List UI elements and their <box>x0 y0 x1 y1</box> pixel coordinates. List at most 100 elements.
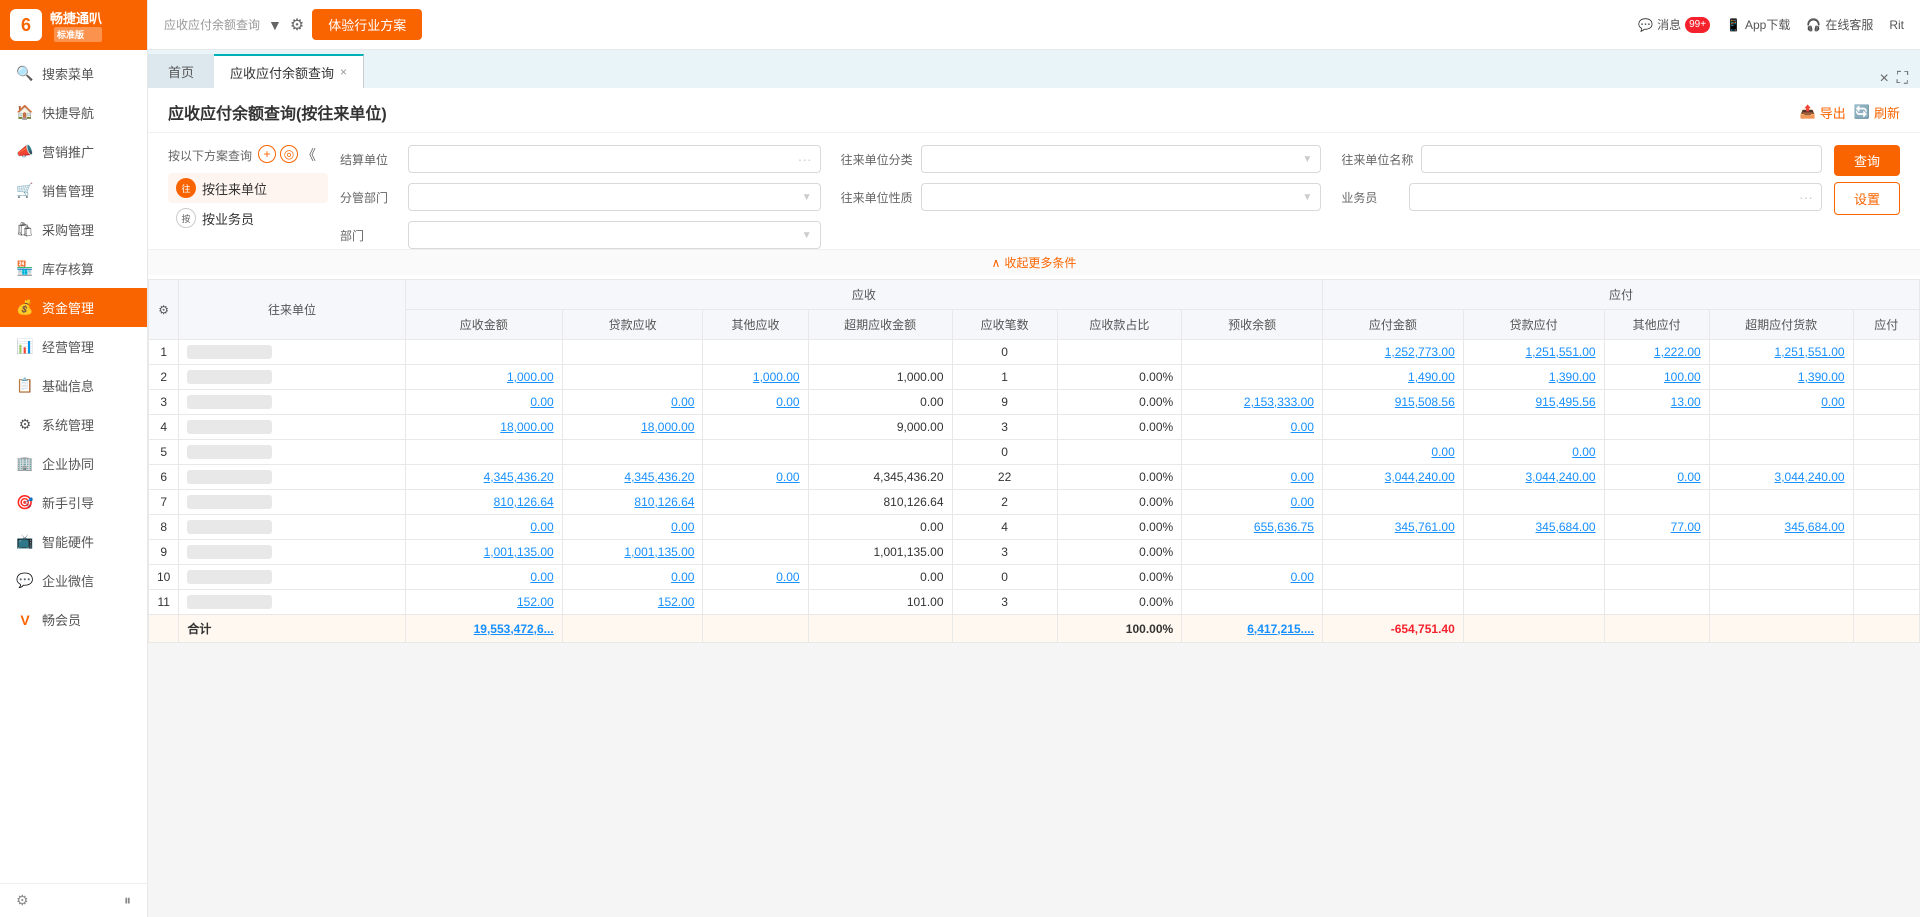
table-cell[interactable]: 655,636.75 <box>1182 515 1323 540</box>
table-cell[interactable]: 0.00 <box>1604 465 1709 490</box>
tab-close-btn[interactable]: × <box>340 65 347 79</box>
table-cell[interactable]: 4,345,436.20 <box>562 465 703 490</box>
collapse-bar[interactable]: ∧ 收起更多条件 <box>148 249 1920 275</box>
sidebar-item-wechat[interactable]: 💬 企业微信 <box>0 561 147 600</box>
sidebar-item-quicknav[interactable]: 🏠 快捷导航 <box>0 93 147 132</box>
sidebar-item-marketing[interactable]: 📣 营销推广 <box>0 132 147 171</box>
sidebar-item-finance[interactable]: 💰 资金管理 <box>0 288 147 327</box>
table-cell[interactable]: 0.00 <box>1182 490 1323 515</box>
table-cell[interactable]: 1,251,551.00 <box>1463 340 1604 365</box>
table-cell[interactable]: 1,490.00 <box>1322 365 1463 390</box>
header-dropdown-btn[interactable]: ▼ <box>268 17 282 33</box>
table-cell[interactable]: 915,508.56 <box>1322 390 1463 415</box>
table-cell[interactable]: 0.00 <box>405 390 562 415</box>
table-cell[interactable]: 77.00 <box>1604 515 1709 540</box>
filter-settings-btn[interactable]: ◎ <box>280 145 298 163</box>
partner-nature-input[interactable]: ▼ <box>921 183 1322 211</box>
table-cell[interactable]: 100.00 <box>1604 365 1709 390</box>
sidebar-item-system[interactable]: ⚙ 系统管理 <box>0 405 147 444</box>
sidebar-item-purchase[interactable]: 🛍 采购管理 <box>0 210 147 249</box>
table-cell[interactable]: 0.00 <box>562 390 703 415</box>
table-cell[interactable]: 0.00 <box>405 565 562 590</box>
table-cell[interactable]: 1,000.00 <box>703 365 808 390</box>
window-expand-btn[interactable]: ⛶ <box>1897 70 1908 88</box>
table-cell[interactable]: 1,001,135.00 <box>405 540 562 565</box>
table-cell[interactable]: 13.00 <box>1604 390 1709 415</box>
filter-add-btn[interactable]: + <box>258 145 276 163</box>
table-cell[interactable]: 0.00 <box>703 565 808 590</box>
table-cell[interactable]: 0.00 <box>1182 415 1323 440</box>
table-cell[interactable]: 3,044,240.00 <box>1709 465 1853 490</box>
sub-dept-input[interactable]: ▼ <box>408 221 821 249</box>
table-cell[interactable]: 0.00 <box>703 390 808 415</box>
partner-cell: ██████████ <box>179 540 405 565</box>
sidebar-item-newbie[interactable]: 🎯 新手引导 <box>0 483 147 522</box>
table-cell[interactable]: 810,126.64 <box>562 490 703 515</box>
table-cell[interactable]: 345,761.00 <box>1322 515 1463 540</box>
header-message[interactable]: 💬 消息 99+ <box>1638 16 1710 33</box>
setting-btn[interactable]: 设置 <box>1834 182 1900 215</box>
partner-category-input[interactable]: ▼ <box>921 145 1322 173</box>
table-cell[interactable]: 915,495.56 <box>1463 390 1604 415</box>
summary-recv-amount[interactable]: 19,553,472,6... <box>405 615 562 643</box>
export-btn[interactable]: 📤 导出 <box>1800 103 1846 122</box>
sidebar-item-member[interactable]: V 畅会员 <box>0 600 147 639</box>
filter-option-partner[interactable]: 往 按往来单位 <box>168 173 328 203</box>
table-cell[interactable]: 0.00 <box>1182 465 1323 490</box>
sidebar-item-search[interactable]: 🔍 搜索菜单 <box>0 54 147 93</box>
table-cell[interactable]: 0.00 <box>1322 440 1463 465</box>
window-close-btn[interactable]: × <box>1879 70 1888 88</box>
header-gear-icon[interactable]: ⚙ <box>290 15 304 35</box>
table-cell[interactable]: 1,000.00 <box>405 365 562 390</box>
table-cell[interactable]: 18,000.00 <box>405 415 562 440</box>
table-cell[interactable]: 0.00 <box>1709 390 1853 415</box>
partner-name-input[interactable] <box>1421 145 1822 173</box>
table-cell[interactable]: 1,390.00 <box>1463 365 1604 390</box>
table-cell[interactable]: 4,345,436.20 <box>405 465 562 490</box>
table-cell[interactable]: 152.00 <box>405 590 562 615</box>
dept-input[interactable]: ▼ <box>408 183 821 211</box>
table-cell[interactable]: 345,684.00 <box>1709 515 1853 540</box>
header-trial-btn[interactable]: 体验行业方案 <box>312 9 422 40</box>
table-cell[interactable]: 152.00 <box>562 590 703 615</box>
table-cell[interactable]: 0.00 <box>562 515 703 540</box>
salesperson-input[interactable]: ··· <box>1409 183 1822 211</box>
sidebar-item-sales[interactable]: 🛒 销售管理 <box>0 171 147 210</box>
sidebar-item-basic[interactable]: 📋 基础信息 <box>0 366 147 405</box>
table-cell[interactable]: 810,126.64 <box>405 490 562 515</box>
sidebar-item-inventory[interactable]: 🏪 库存核算 <box>0 249 147 288</box>
table-cell[interactable]: 3,044,240.00 <box>1322 465 1463 490</box>
summary-pay-extra <box>1853 615 1919 643</box>
table-cell[interactable]: 0.00 <box>405 515 562 540</box>
table-cell[interactable]: 0.00 <box>1463 440 1604 465</box>
sidebar-item-management[interactable]: 📊 经营管理 <box>0 327 147 366</box>
filter-option-salesperson[interactable]: 按 按业务员 <box>168 203 328 233</box>
sidebar-item-corp[interactable]: 🏢 企业协同 <box>0 444 147 483</box>
table-settings-col[interactable]: ⚙ <box>149 280 179 340</box>
sidebar-collapse-btn[interactable]: ⏸ <box>124 892 131 909</box>
sidebar-item-hardware[interactable]: 📺 智能硬件 <box>0 522 147 561</box>
table-cell[interactable]: 1,001,135.00 <box>562 540 703 565</box>
table-cell[interactable]: 3,044,240.00 <box>1463 465 1604 490</box>
settlement-input[interactable]: ··· <box>408 145 821 173</box>
table-cell[interactable]: 1,222.00 <box>1604 340 1709 365</box>
table-cell[interactable]: 0.00 <box>703 465 808 490</box>
table-cell[interactable]: 2,153,333.00 <box>1182 390 1323 415</box>
table-cell[interactable]: 18,000.00 <box>562 415 703 440</box>
table-cell[interactable]: 0.00 <box>562 565 703 590</box>
table-cell[interactable]: 0.00 <box>1182 565 1323 590</box>
header-user[interactable]: Rit <box>1889 18 1904 32</box>
refresh-btn[interactable]: 🔄 刷新 <box>1854 103 1900 122</box>
table-cell[interactable]: 345,684.00 <box>1463 515 1604 540</box>
header-service[interactable]: 🎧 在线客服 <box>1806 16 1873 33</box>
summary-recv-prepay[interactable]: 6,417,215.... <box>1182 615 1323 643</box>
filter-collapse-btn[interactable]: 《 <box>302 145 316 165</box>
table-cell[interactable]: 1,251,551.00 <box>1709 340 1853 365</box>
tab-receivable[interactable]: 应收应付余额查询 × <box>214 54 364 88</box>
tab-home[interactable]: 首页 <box>148 54 214 88</box>
query-btn[interactable]: 查询 <box>1834 145 1900 176</box>
table-cell[interactable]: 1,390.00 <box>1709 365 1853 390</box>
sidebar-settings-btn[interactable]: ⚙ <box>16 892 29 909</box>
header-app-download[interactable]: 📱 App下载 <box>1726 16 1790 33</box>
table-cell[interactable]: 1,252,773.00 <box>1322 340 1463 365</box>
